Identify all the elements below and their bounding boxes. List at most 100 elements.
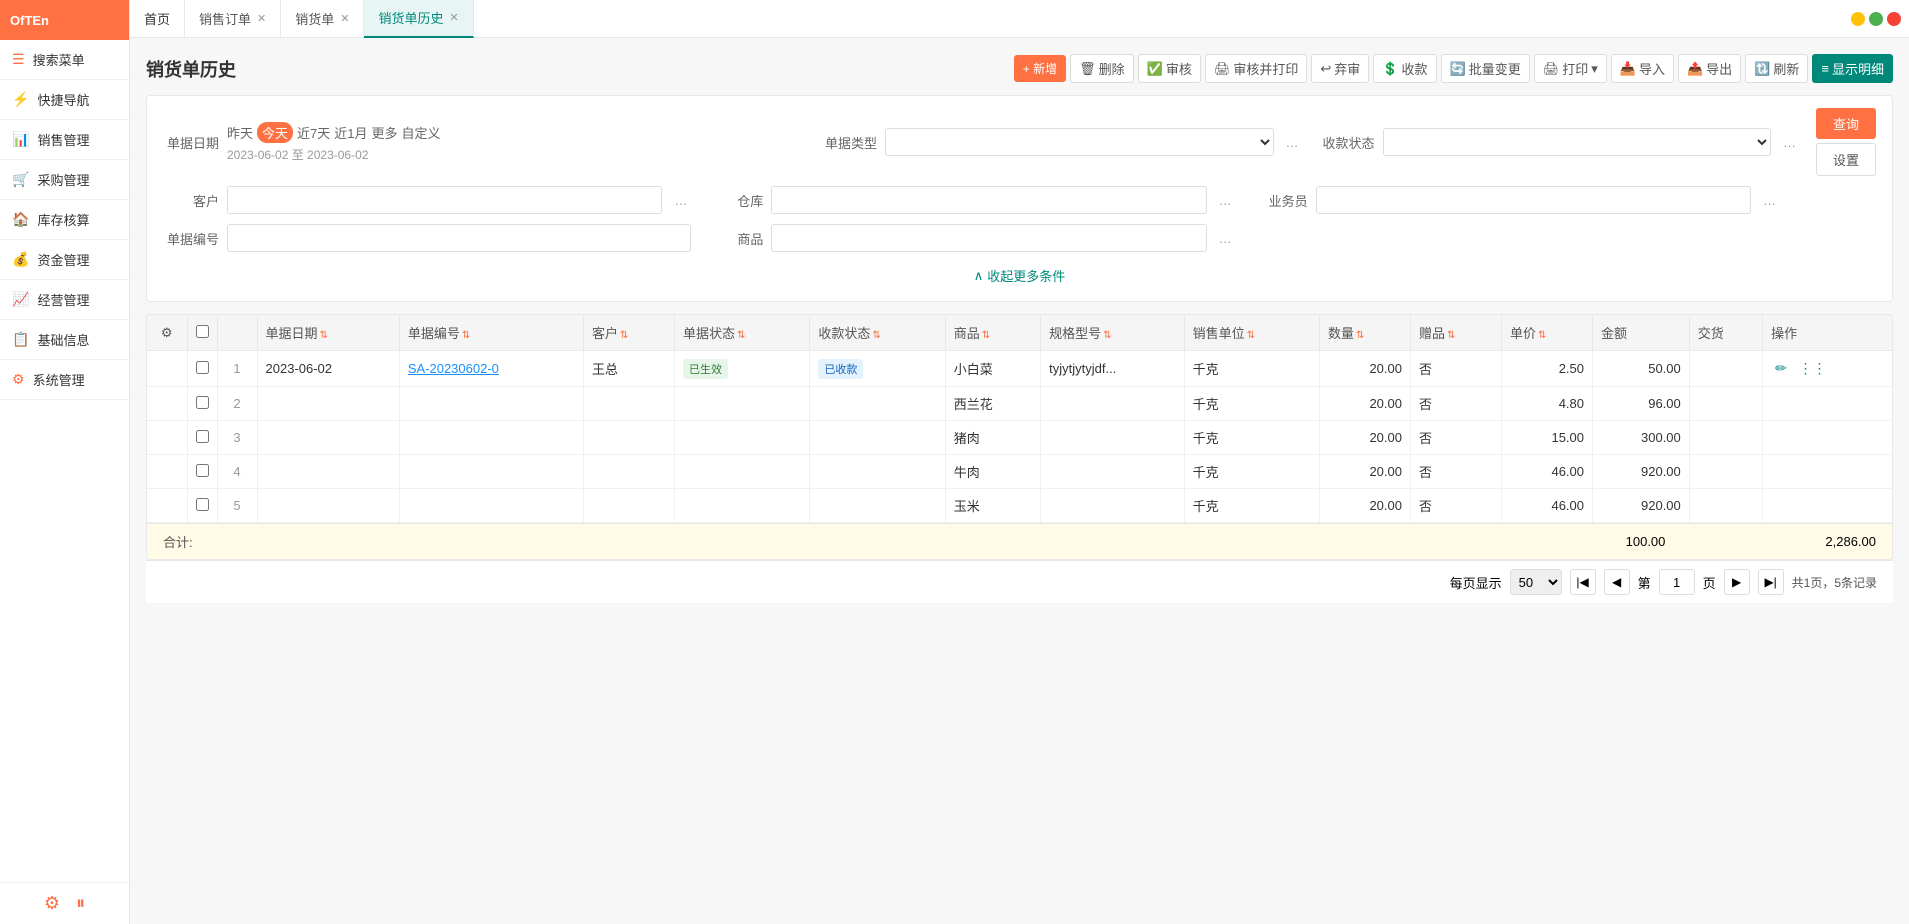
select-all-checkbox[interactable] bbox=[196, 325, 209, 338]
edit-action-btn[interactable]: ✏ bbox=[1771, 358, 1791, 379]
paystatus-select[interactable] bbox=[1383, 128, 1772, 156]
per-page-select[interactable]: 50 100 200 bbox=[1510, 569, 1562, 595]
th-doc-date[interactable]: 单据日期⇅ bbox=[257, 315, 399, 351]
export-button[interactable]: 📤 导出 bbox=[1678, 54, 1741, 83]
th-doc-status[interactable]: 单据状态⇅ bbox=[675, 315, 810, 351]
th-qty[interactable]: 数量⇅ bbox=[1319, 315, 1410, 351]
sidebar-item-basic-info[interactable]: 📋 基础信息 bbox=[0, 320, 129, 360]
next-page-btn[interactable]: ▶ bbox=[1724, 569, 1750, 595]
row-checkbox[interactable] bbox=[196, 430, 209, 443]
filter-settings-button[interactable]: 设置 bbox=[1816, 143, 1876, 176]
th-goods[interactable]: 商品⇅ bbox=[945, 315, 1040, 351]
row-checkbox[interactable] bbox=[196, 498, 209, 511]
tab-home[interactable]: 首页 bbox=[130, 0, 185, 38]
paystatus-dots[interactable]: … bbox=[1779, 135, 1800, 150]
th-unit[interactable]: 销售单位⇅ bbox=[1184, 315, 1319, 351]
collect-icon: 💲 bbox=[1382, 61, 1398, 77]
batch-change-button[interactable]: 🔄 批量变更 bbox=[1441, 54, 1530, 83]
td-qty: 20.00 bbox=[1319, 455, 1410, 489]
first-page-btn[interactable]: |◀ bbox=[1570, 569, 1596, 595]
collect-button[interactable]: 💲 收款 bbox=[1373, 54, 1436, 83]
th-settings[interactable]: ⚙ bbox=[147, 315, 187, 351]
delete-button[interactable]: 🗑 删除 bbox=[1070, 54, 1134, 83]
row-checkbox[interactable] bbox=[196, 464, 209, 477]
th-customer[interactable]: 客户⇅ bbox=[584, 315, 675, 351]
shortcut-yesterday[interactable]: 昨天 bbox=[227, 123, 253, 142]
sales-mgmt-icon: 📊 bbox=[12, 131, 29, 148]
print-button[interactable]: 🖨 打印 ▾ bbox=[1534, 54, 1607, 83]
td-checkbox[interactable] bbox=[187, 421, 217, 455]
tab-sales-goods[interactable]: 销货单 ✕ bbox=[281, 0, 364, 38]
doctype-dots[interactable]: … bbox=[1282, 135, 1303, 150]
window-minimize[interactable] bbox=[1851, 12, 1865, 26]
prev-page-btn[interactable]: ◀ bbox=[1604, 569, 1630, 595]
th-gift[interactable]: 赠品⇅ bbox=[1410, 315, 1501, 351]
last-page-btn[interactable]: ▶| bbox=[1758, 569, 1784, 595]
query-button[interactable]: 查询 bbox=[1816, 108, 1876, 139]
refresh-button[interactable]: 🔃 刷新 bbox=[1745, 54, 1808, 83]
doc-no-link[interactable]: SA-20230602-0 bbox=[408, 361, 499, 376]
review-button[interactable]: ✅ 审核 bbox=[1138, 54, 1201, 83]
sidebar-item-inventory[interactable]: 🏠 库存核算 bbox=[0, 200, 129, 240]
window-close[interactable] bbox=[1887, 12, 1901, 26]
doctype-select[interactable] bbox=[885, 128, 1274, 156]
warehouse-dots[interactable]: … bbox=[1215, 193, 1236, 208]
review-icon: ✅ bbox=[1147, 61, 1163, 77]
shortcut-more[interactable]: 更多 bbox=[372, 123, 398, 142]
sidebar-item-search-menu[interactable]: ☰ 搜索菜单 bbox=[0, 40, 129, 80]
td-checkbox[interactable] bbox=[187, 489, 217, 523]
shortcut-1month[interactable]: 近1月 bbox=[334, 123, 367, 142]
page-input[interactable] bbox=[1659, 569, 1695, 595]
shortcut-today[interactable]: 今天 bbox=[257, 122, 293, 143]
sidebar-pause-icon[interactable]: ⏸ bbox=[76, 893, 85, 914]
sidebar-item-sales-mgmt[interactable]: 📊 销售管理 bbox=[0, 120, 129, 160]
goods-input[interactable] bbox=[771, 224, 1206, 252]
window-maximize[interactable] bbox=[1869, 12, 1883, 26]
inventory-icon: 🏠 bbox=[12, 211, 29, 228]
collapse-button[interactable]: ∧ 收起更多条件 bbox=[163, 262, 1876, 289]
tab-sales-order-close[interactable]: ✕ bbox=[257, 12, 266, 25]
sidebar-gear-icon[interactable]: ⚙ bbox=[44, 893, 60, 914]
th-doc-no[interactable]: 单据编号⇅ bbox=[399, 315, 583, 351]
tab-sales-order[interactable]: 销售订单 ✕ bbox=[185, 0, 281, 38]
td-qty: 20.00 bbox=[1319, 387, 1410, 421]
td-doc-no[interactable]: SA-20230602-0 bbox=[399, 351, 583, 387]
show-detail-button[interactable]: ≡ 显示明细 bbox=[1812, 54, 1893, 83]
sidebar-item-purchase-mgmt[interactable]: 🛒 采购管理 bbox=[0, 160, 129, 200]
td-unit: 千克 bbox=[1184, 421, 1319, 455]
sidebar-item-operation[interactable]: 📈 经营管理 bbox=[0, 280, 129, 320]
sidebar-item-quick-nav[interactable]: ⚡ 快捷导航 bbox=[0, 80, 129, 120]
more-action-btn[interactable]: ⋮⋮ bbox=[1794, 358, 1830, 379]
shortcut-custom[interactable]: 自定义 bbox=[402, 123, 441, 142]
tab-sales-history-close[interactable]: ✕ bbox=[450, 11, 459, 24]
import-button[interactable]: 📥 导入 bbox=[1611, 54, 1674, 83]
goods-dots[interactable]: … bbox=[1215, 231, 1236, 246]
show-detail-icon: ≡ bbox=[1821, 61, 1829, 76]
th-spec[interactable]: 规格型号⇅ bbox=[1041, 315, 1184, 351]
td-num: 2 bbox=[217, 387, 257, 421]
sidebar-item-sys-mgmt[interactable]: ⚙ 系统管理 bbox=[0, 360, 129, 400]
td-checkbox[interactable] bbox=[187, 387, 217, 421]
td-checkbox[interactable] bbox=[187, 455, 217, 489]
row-checkbox[interactable] bbox=[196, 396, 209, 409]
customer-input[interactable] bbox=[227, 186, 662, 214]
staff-dots[interactable]: … bbox=[1759, 193, 1780, 208]
sidebar-item-finance[interactable]: 💰 资金管理 bbox=[0, 240, 129, 280]
td-checkbox[interactable] bbox=[187, 351, 217, 387]
th-pay-status[interactable]: 收款状态⇅ bbox=[810, 315, 945, 351]
paystatus-label: 收款状态 bbox=[1319, 133, 1375, 152]
th-price[interactable]: 单价⇅ bbox=[1502, 315, 1593, 351]
shortcut-7days[interactable]: 近7天 bbox=[297, 123, 330, 142]
staff-input[interactable] bbox=[1316, 186, 1751, 214]
review-print-button[interactable]: 🖨 审核并打印 bbox=[1205, 54, 1308, 83]
abandon-button[interactable]: ↩ 弃审 bbox=[1311, 54, 1369, 83]
tab-sales-history[interactable]: 销货单历史 ✕ bbox=[364, 0, 473, 38]
th-checkbox[interactable] bbox=[187, 315, 217, 351]
customer-dots[interactable]: … bbox=[670, 193, 691, 208]
tab-sales-goods-close[interactable]: ✕ bbox=[340, 12, 349, 25]
docno-input[interactable] bbox=[227, 224, 691, 252]
row-checkbox[interactable] bbox=[196, 361, 209, 374]
new-button[interactable]: + 新增 bbox=[1014, 55, 1066, 82]
warehouse-input[interactable] bbox=[771, 186, 1206, 214]
collapse-label: 收起更多条件 bbox=[987, 266, 1065, 285]
